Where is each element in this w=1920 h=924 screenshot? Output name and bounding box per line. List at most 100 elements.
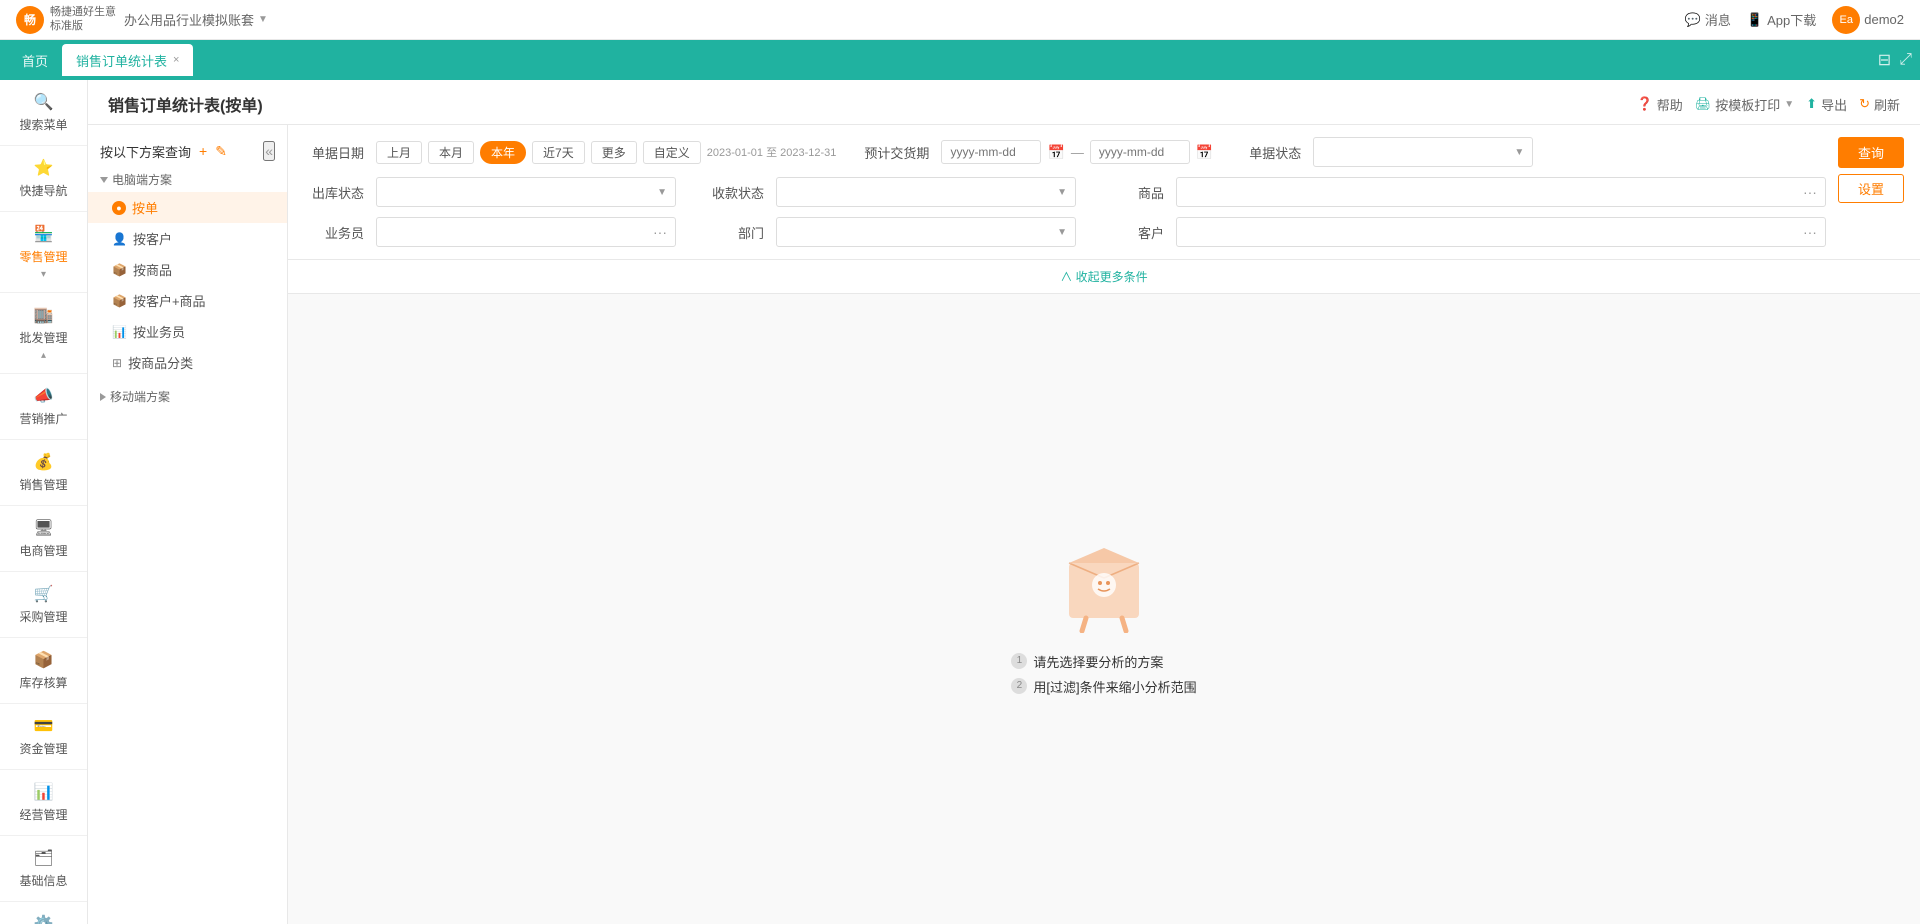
tip-num-2: 2 [1011, 678, 1027, 694]
logo-area: 畅 畅捷通好生意 标准版 [16, 6, 116, 34]
collapse-panel-button[interactable]: « [263, 141, 275, 161]
sidebar-item-basic[interactable]: 🗂 基础信息 [0, 836, 87, 902]
date-more-btn[interactable]: 更多 [591, 141, 637, 164]
app-download-button[interactable]: 📱 App下载 [1747, 10, 1816, 29]
panel-title: 按以下方案查询 + ✎ « [88, 135, 287, 167]
salesperson-select[interactable]: ··· [376, 217, 676, 247]
tab-sales-stats[interactable]: 销售订单统计表 × [62, 44, 193, 76]
help-icon: ❓ [1637, 96, 1653, 112]
dept-select[interactable]: ▼ [776, 217, 1076, 247]
customer-dots[interactable]: ··· [1803, 224, 1817, 240]
sidebar-item-purchase[interactable]: 🛒 采购管理 [0, 572, 87, 638]
scheme-item-by-goods[interactable]: 📦 按商品 [88, 254, 287, 285]
sidebar-item-finance[interactable]: 💳 资金管理 [0, 704, 87, 770]
top-bar-left: 畅 畅捷通好生意 标准版 办公用品行业模拟账套 ▼ [16, 6, 268, 34]
calendar-icon-2[interactable]: 📅 [1196, 144, 1213, 161]
query-button[interactable]: 查询 [1838, 137, 1904, 168]
action-buttons: 查询 设置 [1838, 137, 1904, 203]
inventory-icon: 📦 [34, 650, 54, 670]
salesperson-label: 业务员 [304, 223, 364, 242]
empty-svg [1044, 523, 1164, 633]
scheme-item-by-order[interactable]: ● 按单 [88, 192, 287, 223]
message-button[interactable]: 💬 消息 [1685, 10, 1731, 29]
sidebar-item-search[interactable]: 🔍 搜索菜单 [0, 80, 87, 146]
print-dropdown-icon[interactable]: ▼ [1784, 99, 1794, 110]
status-label: 单据状态 [1241, 143, 1301, 162]
settings-button[interactable]: 设置 [1838, 174, 1904, 203]
desktop-group-title[interactable]: 电脑端方案 [88, 167, 287, 192]
goods-select[interactable]: ··· [1176, 177, 1826, 207]
logo-icon: 畅 [16, 6, 44, 34]
date-last-month-btn[interactable]: 上月 [376, 141, 422, 164]
basic-icon: 🗂 [33, 848, 53, 868]
filter-row-3: 业务员 ··· 部门 ▼ 客户 [304, 217, 1826, 247]
expected-date-from[interactable] [941, 140, 1041, 164]
refresh-button[interactable]: ↻ 刷新 [1859, 95, 1900, 114]
filter-section: 单据日期 上月 本月 本年 近7天 更多 自定义 2023-01-01 至 20… [288, 125, 1920, 260]
payment-select[interactable]: ▼ [776, 177, 1076, 207]
date-this-year-btn[interactable]: 本年 [480, 141, 526, 164]
empty-illustration [1044, 523, 1164, 636]
calendar-icon-1[interactable]: 📅 [1047, 144, 1064, 161]
search-icon: 🔍 [34, 92, 54, 112]
scheme-active-icon: ● [112, 201, 126, 215]
sidebar-item-inventory[interactable]: 📦 库存核算 [0, 638, 87, 704]
scheme-item-by-customer[interactable]: 👤 按客户 [88, 223, 287, 254]
scheme-item-by-salesperson[interactable]: 📊 按业务员 [88, 316, 287, 347]
sidebar-item-marketing[interactable]: 📣 营销推广 [0, 374, 87, 440]
window-expand-button[interactable]: ⤢ [1899, 51, 1912, 69]
print-button[interactable]: 🖨 按模板打印 ▼ [1695, 95, 1794, 114]
edit-scheme-button[interactable]: ✎ [215, 143, 227, 160]
dept-label: 部门 [704, 223, 764, 242]
customer-select[interactable]: ··· [1176, 217, 1826, 247]
delivery-label: 出库状态 [304, 183, 364, 202]
scheme-user-icon: 👤 [112, 232, 127, 246]
avatar: Ea [1832, 6, 1860, 34]
sidebar-item-quicknav[interactable]: ⭐ 快捷导航 [0, 146, 87, 212]
scheme-box-icon: 📦 [112, 263, 127, 277]
export-button[interactable]: ⬆ 导出 [1806, 95, 1847, 114]
sidebar-item-operations[interactable]: 📊 经营管理 [0, 770, 87, 836]
star-icon: ⭐ [34, 158, 54, 178]
scheme-item-by-category[interactable]: ⊞ 按商品分类 [88, 347, 287, 378]
page-title: 销售订单统计表(按单) [108, 92, 263, 116]
sidebar-item-sales[interactable]: 💰 销售管理 [0, 440, 87, 506]
mobile-scheme-group: 移动端方案 [88, 384, 287, 415]
tip-num-1: 1 [1011, 653, 1027, 669]
sidebar-item-system[interactable]: ⚙️ 系统管理 [0, 902, 87, 924]
date-this-month-btn[interactable]: 本月 [428, 141, 474, 164]
marketing-icon: 📣 [34, 386, 54, 406]
scheme-item-by-customer-goods[interactable]: 📦 按客户+商品 [88, 285, 287, 316]
user-profile[interactable]: Ea demo2 [1832, 6, 1904, 34]
all-content: 销售订单统计表(按单) ❓ 帮助 🖨 按模板打印 ▼ ⬆ 导出 ↻ 刷新 [88, 80, 1920, 924]
chevron-down-icon[interactable]: ▼ [258, 14, 268, 25]
mobile-group-title[interactable]: 移动端方案 [88, 384, 287, 409]
operations-icon: 📊 [34, 782, 54, 802]
tab-home[interactable]: 首页 [8, 44, 62, 76]
expected-date-to[interactable] [1090, 140, 1190, 164]
add-scheme-button[interactable]: + [199, 143, 207, 159]
date-last7-btn[interactable]: 近7天 [532, 141, 585, 164]
sidebar-item-wholesale[interactable]: 🏬 批发管理 ▴ [0, 293, 87, 374]
date-custom-btn[interactable]: 自定义 [643, 141, 701, 164]
status-select[interactable]: ▼ [1313, 137, 1533, 167]
tab-close-icon[interactable]: × [173, 54, 179, 66]
chevron-down-icon: ▾ [41, 269, 46, 280]
print-icon: 🖨 [1695, 96, 1712, 112]
salesperson-dots[interactable]: ··· [653, 224, 667, 240]
dept-select-arrow: ▼ [1057, 227, 1067, 238]
window-minimize-button[interactable]: ⊟ [1878, 50, 1891, 70]
goods-dots[interactable]: ··· [1803, 184, 1817, 200]
collapse-filter-button[interactable]: ∧ 收起更多条件 [288, 260, 1920, 294]
delivery-select[interactable]: ▼ [376, 177, 676, 207]
sidebar-item-ecommerce[interactable]: 🖥 电商管理 [0, 506, 87, 572]
sidebar-item-retail[interactable]: 🏪 零售管理 ▾ [0, 212, 87, 293]
payment-label: 收款状态 [704, 183, 764, 202]
help-button[interactable]: ❓ 帮助 [1637, 95, 1683, 114]
expected-date-group: 📅 — 📅 [941, 140, 1213, 164]
empty-tips: 1 请先选择要分析的方案 2 用[过滤]条件来缩小分析范围 [1011, 652, 1196, 696]
top-bar: 畅 畅捷通好生意 标准版 办公用品行业模拟账套 ▼ 💬 消息 📱 App下载 E… [0, 0, 1920, 40]
top-bar-right: 💬 消息 📱 App下载 Ea demo2 [1685, 6, 1904, 34]
collapse-up-icon: ∧ [1060, 270, 1072, 284]
scheme-combo-icon: 📦 [112, 294, 127, 308]
